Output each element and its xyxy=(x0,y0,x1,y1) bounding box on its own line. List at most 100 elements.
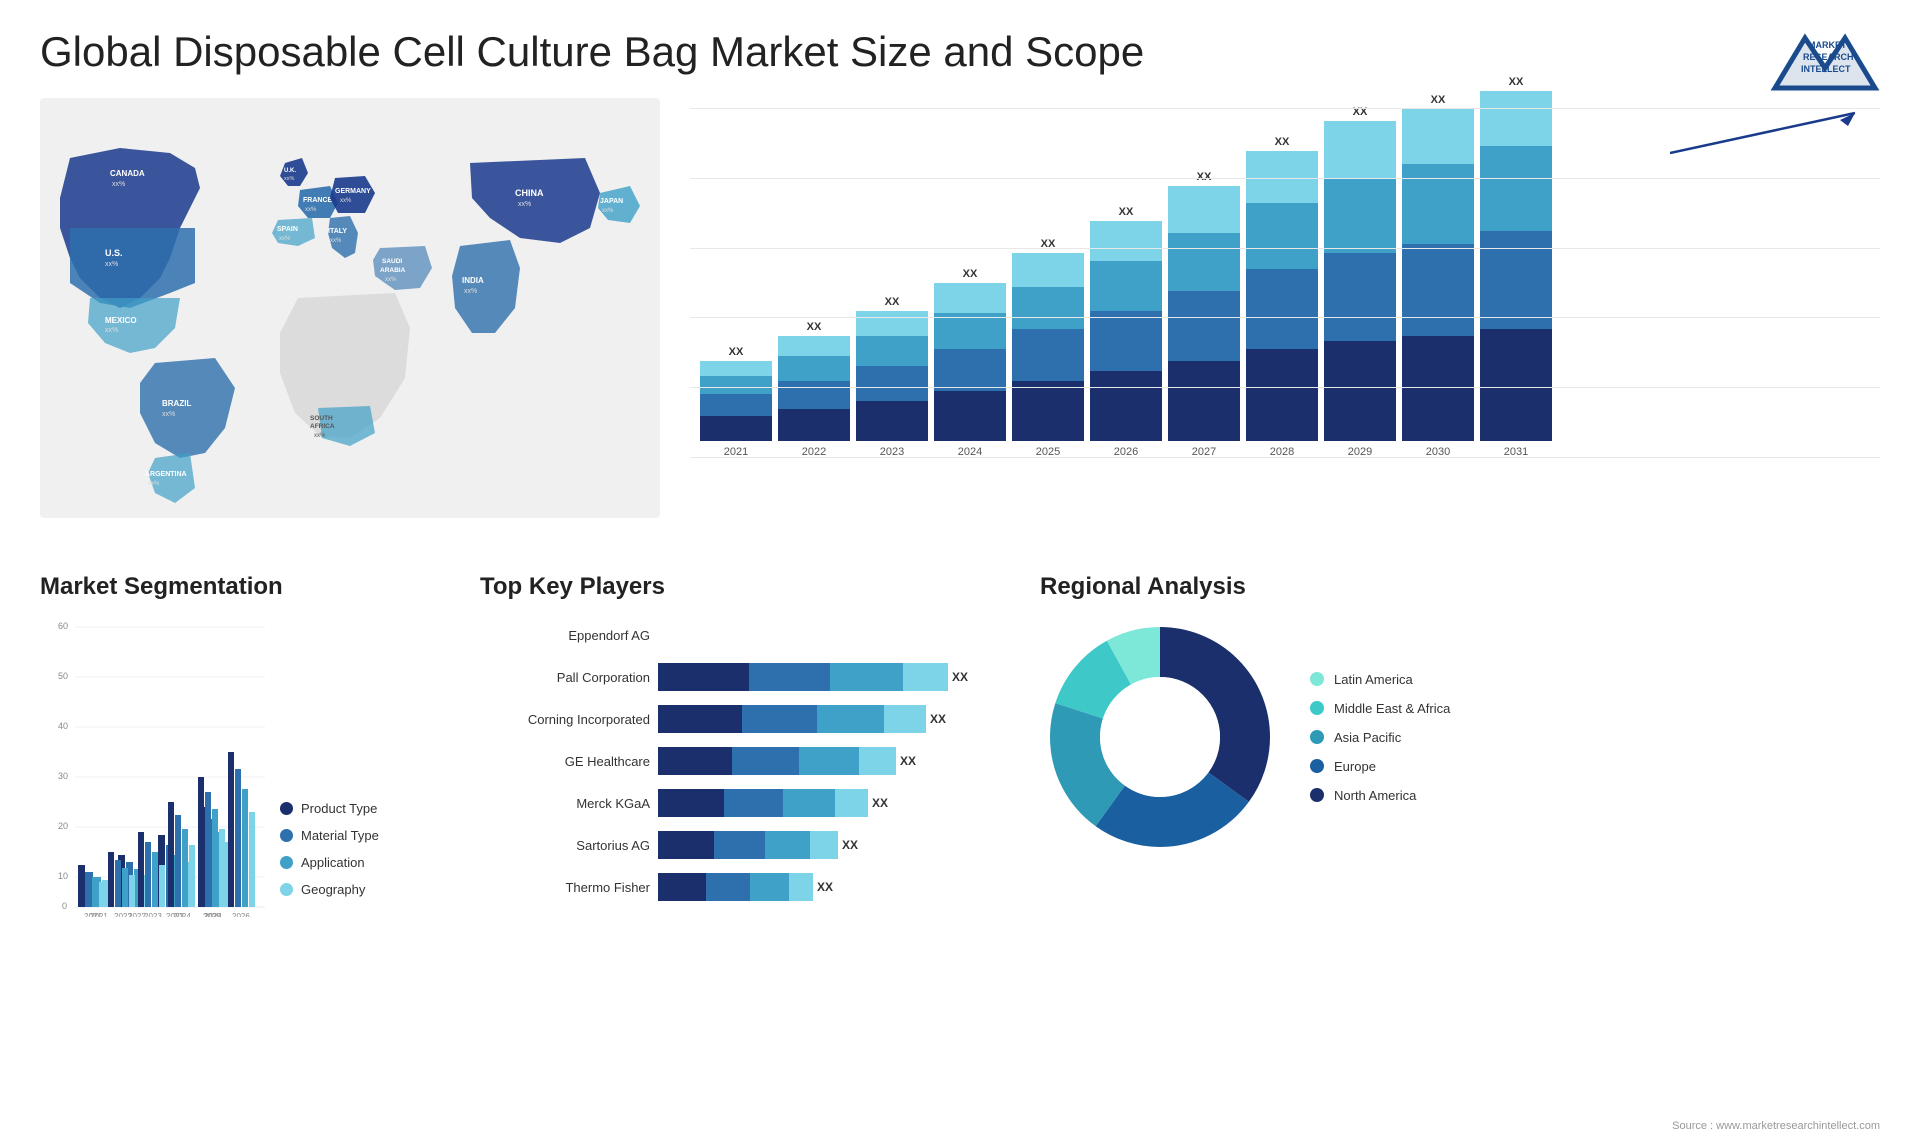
bars-container: XX 2021 XX 2022 xyxy=(690,108,1880,458)
brand-logo: MARKET RESEARCH INTELLECT xyxy=(1770,28,1880,88)
legend-label-latin: Latin America xyxy=(1334,672,1413,687)
segmentation-title: Market Segmentation xyxy=(40,573,440,601)
player-name-corning: Corning Incorporated xyxy=(480,712,650,727)
svg-text:2022: 2022 xyxy=(114,912,132,917)
player-val-sartorius: XX xyxy=(842,838,858,852)
bar-2021: XX 2021 xyxy=(700,346,772,458)
players-title: Top Key Players xyxy=(480,573,1000,601)
legend-material-type: Material Type xyxy=(280,828,379,843)
regional-content: Latin America Middle East & Africa Asia … xyxy=(1040,617,1880,857)
page-title: Global Disposable Cell Culture Bag Marke… xyxy=(40,28,1144,76)
legend-label-geography: Geography xyxy=(301,882,365,897)
bar-label-2028: XX xyxy=(1275,136,1290,148)
bar-label-2021: XX xyxy=(729,346,744,358)
legend-dot-material xyxy=(280,829,293,842)
legend-dot-application xyxy=(280,856,293,869)
player-name-ge: GE Healthcare xyxy=(480,754,650,769)
player-bar-ge: XX xyxy=(658,747,1000,775)
bar-2023: XX 2023 xyxy=(856,296,928,458)
bar-2025: XX 2025 xyxy=(1012,238,1084,458)
svg-text:SAUDI: SAUDI xyxy=(382,258,402,265)
segmentation-section: Market Segmentation 60 50 40 30 20 10 0 xyxy=(40,573,440,1128)
player-name-sartorius: Sartorius AG xyxy=(480,838,650,853)
bar-year-2026: 2026 xyxy=(1114,446,1138,458)
top-section: CANADA xx% U.S. xx% MEXICO xx% BRAZIL xx… xyxy=(0,98,1920,558)
player-bar-merck: XX xyxy=(658,789,1000,817)
bar-label-2026: XX xyxy=(1119,206,1134,218)
bottom-section: Market Segmentation 60 50 40 30 20 10 0 xyxy=(0,558,1920,1128)
svg-text:BRAZIL: BRAZIL xyxy=(162,399,191,408)
bar-year-2022: 2022 xyxy=(802,446,826,458)
player-row-ge: GE Healthcare XX xyxy=(480,747,1000,775)
legend-label-europe: Europe xyxy=(1334,759,1376,774)
svg-text:MEXICO: MEXICO xyxy=(105,316,137,325)
svg-text:xx%: xx% xyxy=(112,181,125,188)
svg-text:50: 50 xyxy=(58,671,68,681)
legend-dot-geography xyxy=(280,883,293,896)
legend-label-asia: Asia Pacific xyxy=(1334,730,1401,745)
svg-text:JAPAN: JAPAN xyxy=(600,198,623,205)
svg-text:MARKET: MARKET xyxy=(1808,40,1847,50)
legend-mea: Middle East & Africa xyxy=(1310,701,1450,716)
players-section: Top Key Players Eppendorf AG Pall Corpor… xyxy=(480,573,1000,1128)
bar-2026: XX 2026 xyxy=(1090,206,1162,458)
player-name-pall: Pall Corporation xyxy=(480,670,650,685)
svg-text:xx%: xx% xyxy=(385,277,397,283)
bar-label-2024: XX xyxy=(963,268,978,280)
player-val-merck: XX xyxy=(872,796,888,810)
legend-north-america: North America xyxy=(1310,788,1450,803)
svg-text:2026: 2026 xyxy=(232,912,250,917)
svg-text:2025: 2025 xyxy=(203,912,221,917)
svg-text:xx%: xx% xyxy=(279,236,291,242)
svg-text:ARGENTINA: ARGENTINA xyxy=(145,471,187,478)
legend-dot-mea xyxy=(1310,701,1324,715)
bar-2029: XX 2029 xyxy=(1324,106,1396,458)
svg-text:2021: 2021 xyxy=(84,912,102,917)
legend-product-type: Product Type xyxy=(280,801,379,816)
svg-text:SPAIN: SPAIN xyxy=(277,226,298,233)
svg-text:0: 0 xyxy=(62,901,67,911)
bar-year-2025: 2025 xyxy=(1036,446,1060,458)
svg-text:xx%: xx% xyxy=(148,481,160,487)
bar-label-2029: XX xyxy=(1353,106,1368,118)
bar-2030: XX 2030 xyxy=(1402,94,1474,458)
logo-area: MARKET RESEARCH INTELLECT xyxy=(1770,28,1880,88)
legend-dot-product xyxy=(280,802,293,815)
svg-text:xx%: xx% xyxy=(314,433,326,439)
regional-section: Regional Analysis xyxy=(1040,573,1880,1128)
player-bar-eppendorf xyxy=(658,621,1000,649)
svg-text:SOUTH: SOUTH xyxy=(310,415,333,422)
bar-year-2028: 2028 xyxy=(1270,446,1294,458)
bar-2031: XX 2031 xyxy=(1480,76,1552,458)
svg-text:2024: 2024 xyxy=(173,912,191,917)
bar-2024: XX 2024 xyxy=(934,268,1006,458)
bar-label-2031: XX xyxy=(1509,76,1524,88)
bar-year-2029: 2029 xyxy=(1348,446,1372,458)
player-val-pall: XX xyxy=(952,670,968,684)
bar-label-2030: XX xyxy=(1431,94,1446,106)
player-bar-sartorius: XX xyxy=(658,831,1000,859)
bar-year-2023: 2023 xyxy=(880,446,904,458)
bar-label-2022: XX xyxy=(807,321,822,333)
bar-2027: XX 2027 xyxy=(1168,171,1240,458)
player-bar-corning: XX xyxy=(658,705,1000,733)
svg-text:xx%: xx% xyxy=(105,261,118,268)
svg-text:xx%: xx% xyxy=(518,201,531,208)
legend-dot-latin xyxy=(1310,672,1324,686)
seg-chart-area: 60 50 40 30 20 10 0 2021 xyxy=(40,617,440,917)
svg-text:xx%: xx% xyxy=(602,208,614,214)
bar-year-2031: 2031 xyxy=(1504,446,1528,458)
legend-application: Application xyxy=(280,855,379,870)
svg-text:xx%: xx% xyxy=(464,288,477,295)
player-row-pall: Pall Corporation XX xyxy=(480,663,1000,691)
bar-label-2023: XX xyxy=(885,296,900,308)
world-map-svg: CANADA xx% U.S. xx% MEXICO xx% BRAZIL xx… xyxy=(40,98,660,518)
source-text: Source : www.marketresearchintellect.com xyxy=(1672,1120,1880,1132)
player-name-merck: Merck KGaA xyxy=(480,796,650,811)
regional-legend: Latin America Middle East & Africa Asia … xyxy=(1310,672,1450,803)
bar-year-2024: 2024 xyxy=(958,446,982,458)
svg-text:GERMANY: GERMANY xyxy=(335,188,371,195)
svg-text:CHINA: CHINA xyxy=(515,188,544,198)
player-name-eppendorf: Eppendorf AG xyxy=(480,628,650,643)
svg-text:20: 20 xyxy=(58,821,68,831)
